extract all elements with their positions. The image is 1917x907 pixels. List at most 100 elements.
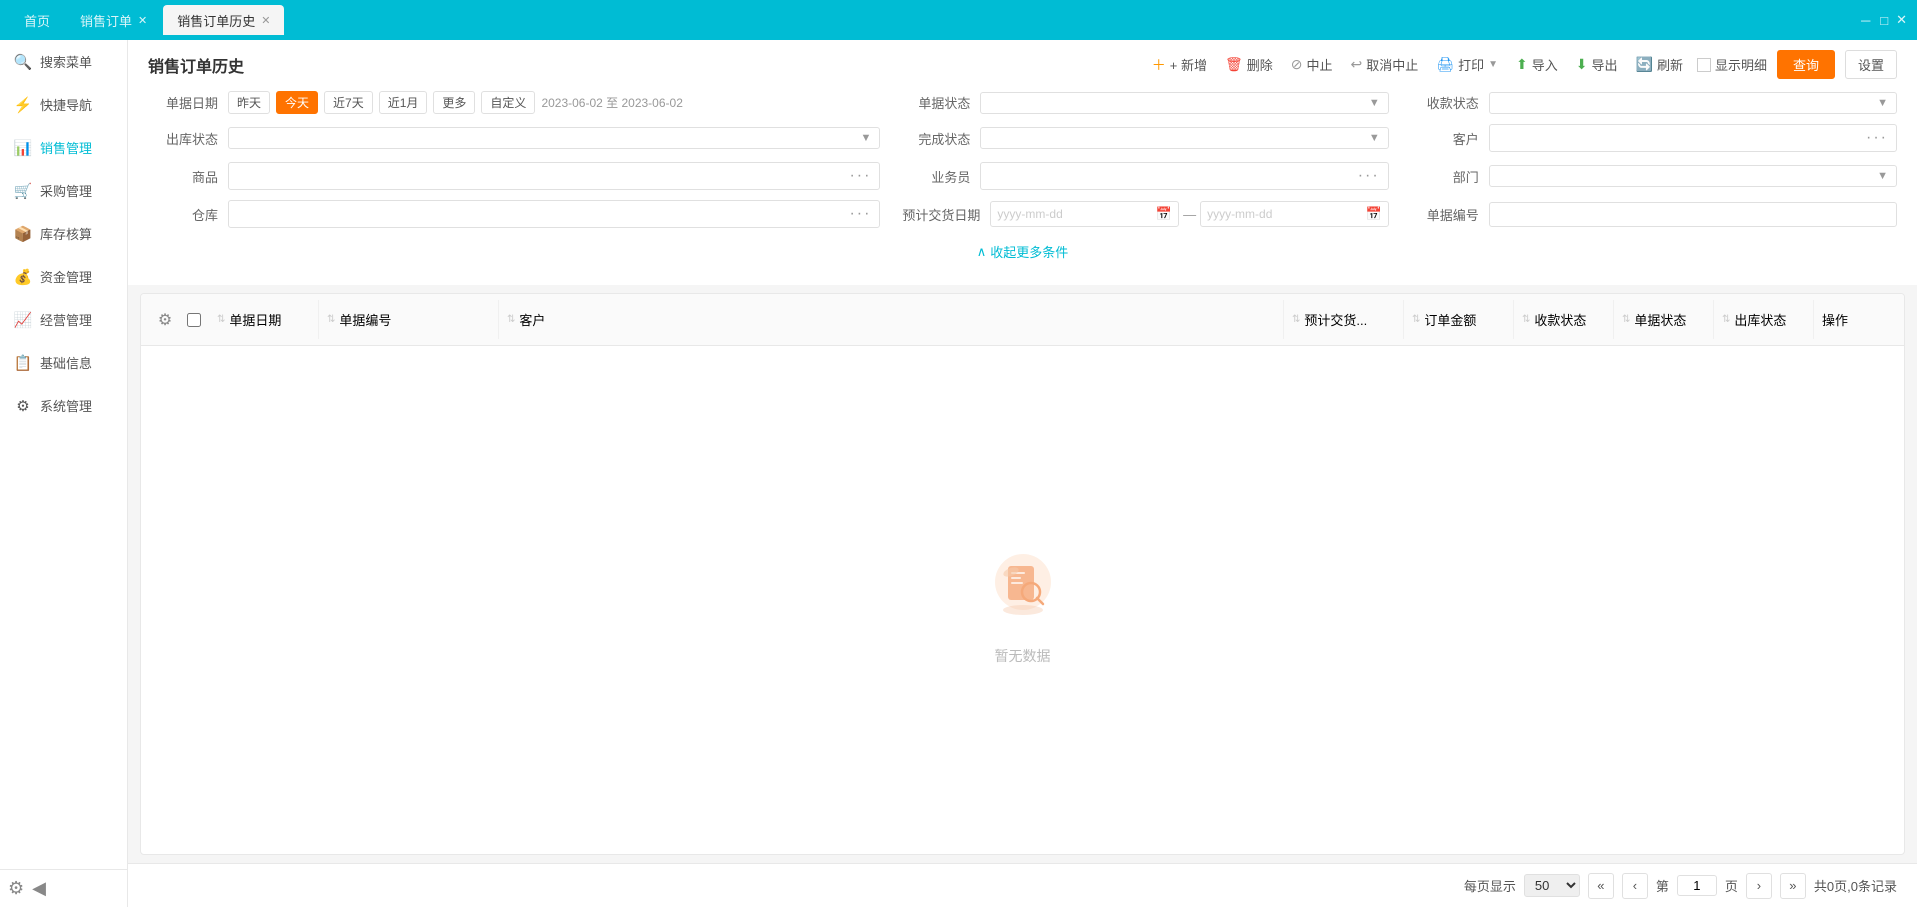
sidebar-item-sys-mgmt-label: 系统管理	[40, 396, 92, 415]
sys-mgmt-icon: ⚙	[14, 397, 32, 415]
product-dots-btn[interactable]: ···	[849, 167, 871, 185]
maximize-btn[interactable]: □	[1880, 13, 1888, 28]
warehouse-dots-btn[interactable]: ···	[849, 205, 871, 223]
export-btn[interactable]: ⬇ 导出	[1572, 53, 1622, 76]
date-separator: —	[1183, 207, 1196, 222]
complete-status-select[interactable]: ▼	[980, 127, 1388, 149]
stop-btn[interactable]: ⊘ 中止	[1287, 53, 1337, 76]
date-more-btn[interactable]: 更多	[433, 91, 475, 114]
salesperson-dots-btn[interactable]: ···	[1358, 167, 1380, 185]
sidebar-item-base-info-label: 基础信息	[40, 353, 92, 372]
collapse-btn[interactable]: ∧ 收起更多条件	[977, 238, 1069, 265]
th-customer-sort[interactable]: ⇅	[507, 314, 515, 325]
th-expected-sort[interactable]: ⇅	[1292, 314, 1300, 325]
quick-nav-icon: ⚡	[14, 96, 32, 114]
complete-status-label: 完成状态	[900, 129, 980, 148]
page-size-select[interactable]: 50 10 20 100	[1524, 874, 1580, 897]
settings-bottom-btn[interactable]: ⚙	[8, 878, 24, 899]
calendar-to-icon[interactable]: 📅	[1366, 206, 1382, 222]
date-last1m-btn[interactable]: 近1月	[379, 91, 428, 114]
import-icon: ⬆	[1516, 56, 1528, 73]
filter-row-4: 仓库 ··· 预计交货日期 yyyy-mm-dd 📅 —	[148, 200, 1897, 228]
th-date-sort[interactable]: ⇅	[217, 314, 225, 325]
sidebar: 🔍 搜索菜单 ⚡ 快捷导航 📊 销售管理 🛒 采购管理 📦 库存核算 💰 资金管…	[0, 40, 128, 907]
page-title: 销售订单历史	[148, 53, 244, 77]
sidebar-item-search-menu[interactable]: 🔍 搜索菜单	[0, 40, 127, 83]
prev-page-icon: ‹	[1633, 878, 1637, 893]
date-yesterday-btn[interactable]: 昨天	[228, 91, 270, 114]
th-delivery-sort[interactable]: ⇅	[1722, 314, 1730, 325]
sidebar-item-inventory[interactable]: 📦 库存核算	[0, 212, 127, 255]
import-label: 导入	[1532, 55, 1558, 74]
query-btn[interactable]: 查询	[1777, 50, 1835, 79]
settings-btn-header[interactable]: 设置	[1845, 50, 1897, 79]
date-today-btn[interactable]: 今天	[276, 91, 318, 114]
th-date: ⇅ 单据日期	[209, 300, 319, 339]
date-label: 单据日期	[148, 93, 228, 112]
sidebar-item-quick-nav[interactable]: ⚡ 快捷导航	[0, 83, 127, 126]
search-menu-icon: 🔍	[14, 53, 32, 71]
new-icon: ＋	[1152, 55, 1166, 75]
delivery-status-select[interactable]: ▼	[228, 127, 880, 149]
print-label: 打印	[1458, 55, 1484, 74]
sidebar-item-sales-mgmt[interactable]: 📊 销售管理	[0, 126, 127, 169]
th-amount-sort[interactable]: ⇅	[1412, 314, 1420, 325]
sidebar-item-finance[interactable]: 💰 资金管理	[0, 255, 127, 298]
current-page-input[interactable]	[1677, 875, 1717, 896]
prev-page-btn[interactable]: ‹	[1622, 873, 1648, 899]
sidebar-item-finance-label: 资金管理	[40, 267, 92, 286]
cancel-stop-btn[interactable]: ↩ 取消中止	[1347, 53, 1423, 76]
date-last7-btn[interactable]: 近7天	[324, 91, 373, 114]
th-order-status-sort[interactable]: ⇅	[1622, 314, 1630, 325]
sidebar-item-sys-mgmt[interactable]: ⚙ 系统管理	[0, 384, 127, 427]
minimize-btn[interactable]: －	[1859, 11, 1872, 30]
empty-text: 暂无数据	[995, 646, 1051, 666]
customer-dots-btn[interactable]: ···	[1866, 129, 1888, 147]
table-settings-btn[interactable]: ⚙	[151, 306, 179, 334]
show-detail-checkbox[interactable]	[1697, 58, 1711, 72]
tab-sales-order-history-close[interactable]: ✕	[261, 14, 270, 27]
date-group: 昨天 今天 近7天 近1月 更多 自定义 2023-06-02 至 2023-0…	[228, 91, 683, 114]
new-label: + 新增	[1170, 55, 1207, 74]
import-btn[interactable]: ⬆ 导入	[1512, 53, 1562, 76]
order-status-select[interactable]: ▼	[980, 92, 1388, 114]
print-arrow: ▼	[1488, 59, 1498, 70]
tab-home[interactable]: 首页	[10, 5, 64, 35]
first-page-btn[interactable]: «	[1588, 873, 1614, 899]
select-all-checkbox[interactable]	[187, 313, 201, 327]
th-payment-sort[interactable]: ⇅	[1522, 314, 1530, 325]
payment-status-select[interactable]: ▼	[1489, 92, 1897, 114]
new-btn[interactable]: ＋ + 新增	[1148, 53, 1211, 77]
sidebar-item-purchase-mgmt[interactable]: 🛒 采购管理	[0, 169, 127, 212]
sidebar-item-base-info[interactable]: 📋 基础信息	[0, 341, 127, 384]
sidebar-item-purchase-mgmt-label: 采购管理	[40, 181, 92, 200]
collapse-label: 收起更多条件	[990, 242, 1068, 261]
date-custom-btn[interactable]: 自定义	[481, 91, 535, 114]
last-page-btn[interactable]: »	[1780, 873, 1806, 899]
th-no-sort[interactable]: ⇅	[327, 314, 335, 325]
close-btn[interactable]: ✕	[1896, 12, 1907, 28]
content-area: 销售订单历史 ＋ + 新增 🗑 删除 ⊘ 中止 ↩	[128, 40, 1917, 907]
collapse-sidebar-btn[interactable]: ◀	[32, 878, 46, 899]
page-prefix: 第	[1656, 876, 1669, 895]
delete-btn[interactable]: 🗑 删除	[1221, 53, 1277, 76]
tab-sales-order-close[interactable]: ✕	[138, 14, 147, 27]
date-range-text: 2023-06-02 至 2023-06-02	[541, 94, 682, 111]
expected-date-label: 预计交货日期	[900, 205, 990, 224]
main-layout: 🔍 搜索菜单 ⚡ 快捷导航 📊 销售管理 🛒 采购管理 📦 库存核算 💰 资金管…	[0, 40, 1917, 907]
delete-icon: 🗑	[1225, 56, 1243, 73]
order-status-label: 单据状态	[900, 93, 980, 112]
total-info: 共0页,0条记录	[1814, 876, 1897, 895]
tab-sales-order-history[interactable]: 销售订单历史 ✕	[163, 5, 284, 35]
refresh-btn[interactable]: 🔄 刷新	[1632, 53, 1687, 76]
sidebar-item-operations[interactable]: 📈 经营管理	[0, 298, 127, 341]
order-no-input[interactable]	[1489, 202, 1897, 227]
warehouse-label: 仓库	[148, 205, 228, 224]
page-size-label: 每页显示	[1464, 876, 1516, 895]
next-page-btn[interactable]: ›	[1746, 873, 1772, 899]
refresh-label: 刷新	[1657, 55, 1683, 74]
tab-sales-order[interactable]: 销售订单 ✕	[66, 5, 161, 35]
department-select[interactable]: ▼	[1489, 165, 1897, 187]
calendar-from-icon[interactable]: 📅	[1156, 206, 1172, 222]
print-btn[interactable]: 🖨 打印 ▼	[1432, 53, 1502, 76]
